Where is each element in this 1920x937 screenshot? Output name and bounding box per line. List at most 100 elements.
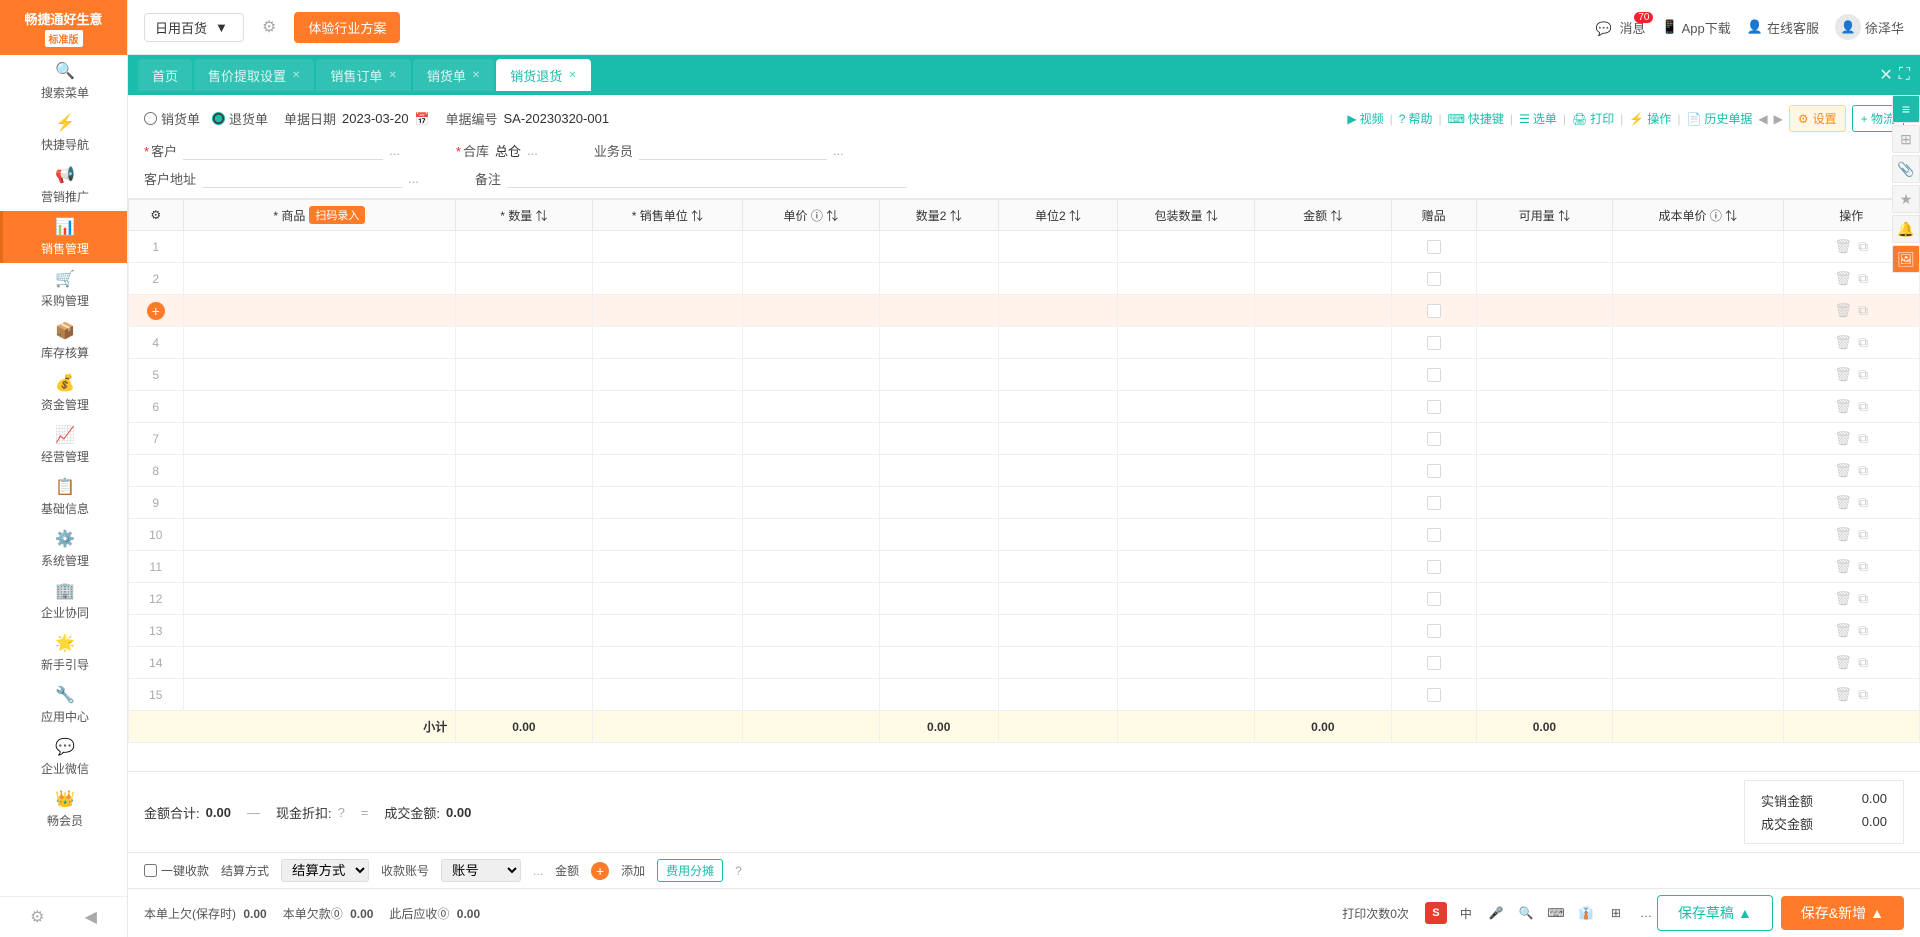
copy-row-button-15[interactable]: ⧉: [1858, 686, 1868, 703]
sidebar-collapse-btn[interactable]: ◀: [85, 907, 97, 927]
gift-cell-2[interactable]: [1391, 263, 1476, 295]
available-cell-8[interactable]: [1476, 455, 1612, 487]
unit2-cell-9[interactable]: [998, 487, 1117, 519]
product-cell-5[interactable]: [183, 359, 456, 391]
tab-price-extract-close-icon[interactable]: ✕: [292, 70, 300, 81]
radio-delivery[interactable]: 销货单: [144, 109, 200, 128]
quantity-cell-9[interactable]: [456, 487, 592, 519]
tab-price-extract[interactable]: 售价提取设置 ✕: [194, 59, 314, 91]
copy-row-button-10[interactable]: ⧉: [1858, 526, 1868, 543]
unit2-cell-8[interactable]: [998, 455, 1117, 487]
copy-row-button-7[interactable]: ⧉: [1858, 430, 1868, 447]
pkgqty-cell-8[interactable]: [1118, 455, 1255, 487]
amount-cell-11[interactable]: [1255, 551, 1391, 583]
gift-checkbox-8[interactable]: [1427, 464, 1441, 478]
operate-link[interactable]: ⚡ 操作: [1629, 110, 1671, 127]
qty2-cell-12[interactable]: [879, 583, 998, 615]
qty2-cell-8[interactable]: [879, 455, 998, 487]
amount-cell-9[interactable]: [1255, 487, 1391, 519]
tool-keyboard-icon[interactable]: ⌨: [1545, 902, 1567, 924]
available-cell-9[interactable]: [1476, 487, 1612, 519]
amount-cell-1[interactable]: [1255, 231, 1391, 263]
help-link[interactable]: ? 帮助: [1399, 110, 1433, 127]
gift-checkbox-13[interactable]: [1427, 624, 1441, 638]
industry-dropdown[interactable]: 日用百货 ▼: [144, 13, 244, 42]
header-gear-icon[interactable]: ⚙: [262, 17, 276, 37]
amount-cell-7[interactable]: [1255, 423, 1391, 455]
product-cell-7[interactable]: [183, 423, 456, 455]
gift-checkbox-15[interactable]: [1427, 688, 1441, 702]
discount-help-icon[interactable]: ?: [338, 805, 345, 820]
th-settings[interactable]: ⚙: [129, 200, 184, 231]
cost-cell-11[interactable]: [1613, 551, 1783, 583]
gift-checkbox-2[interactable]: [1427, 272, 1441, 286]
amount-cell-12[interactable]: [1255, 583, 1391, 615]
available-cell-7[interactable]: [1476, 423, 1612, 455]
product-input-6[interactable]: [190, 399, 450, 414]
gift-cell-14[interactable]: [1391, 647, 1476, 679]
delete-row-button-1[interactable]: 🗑: [1834, 238, 1852, 255]
qty2-cell-5[interactable]: [879, 359, 998, 391]
pkgqty-cell-11[interactable]: [1118, 551, 1255, 583]
unit-cell-10[interactable]: [592, 519, 743, 551]
available-cell-14[interactable]: [1476, 647, 1612, 679]
delete-row-button-8[interactable]: 🗑: [1834, 462, 1852, 479]
copy-row-button-9[interactable]: ⧉: [1858, 494, 1868, 511]
sidebar-item-quicknav[interactable]: ⚡ 快捷导航: [0, 107, 127, 159]
copy-row-button-14[interactable]: ⧉: [1858, 654, 1868, 671]
pkgqty-cell-13[interactable]: [1118, 615, 1255, 647]
tab-sales-return[interactable]: 销货退货 ✕: [496, 59, 590, 91]
unit2-cell-11[interactable]: [998, 551, 1117, 583]
product-input-7[interactable]: [190, 431, 450, 446]
radio-return-input[interactable]: [212, 112, 225, 125]
select-link[interactable]: ☰ 选单: [1519, 110, 1557, 127]
fee-split-button[interactable]: 费用分摊: [657, 859, 723, 882]
price-cell-2[interactable]: [743, 263, 879, 295]
address-input[interactable]: [202, 168, 402, 188]
product-input-12[interactable]: [190, 591, 450, 606]
qty2-cell-14[interactable]: [879, 647, 998, 679]
add-payment-button[interactable]: +: [591, 862, 609, 880]
copy-row-button-6[interactable]: ⧉: [1858, 398, 1868, 415]
scan-input-button[interactable]: 扫码录入: [309, 206, 365, 224]
quantity-cell-8[interactable]: [456, 455, 592, 487]
product-cell-9[interactable]: [183, 487, 456, 519]
copy-row-button-3[interactable]: ⧉: [1858, 302, 1868, 319]
history-prev-icon[interactable]: ◀: [1758, 112, 1767, 126]
pkgqty-cell-12[interactable]: [1118, 583, 1255, 615]
product-cell-1[interactable]: [183, 231, 456, 263]
cost-cell-1[interactable]: [1613, 231, 1783, 263]
history-link[interactable]: 📄 历史单据: [1686, 110, 1752, 127]
pkgqty-cell-6[interactable]: [1118, 391, 1255, 423]
sidebar-item-member[interactable]: 👑 畅会员: [0, 783, 127, 835]
qty2-cell-15[interactable]: [879, 679, 998, 711]
delete-row-button-15[interactable]: 🗑: [1834, 686, 1852, 703]
qty2-cell-7[interactable]: [879, 423, 998, 455]
price-cell-11[interactable]: [743, 551, 879, 583]
product-cell-12[interactable]: [183, 583, 456, 615]
right-panel-bell-btn[interactable]: 🔔: [1892, 215, 1920, 243]
quantity-cell-7[interactable]: [456, 423, 592, 455]
unit-cell-4[interactable]: [592, 327, 743, 359]
cost-cell-7[interactable]: [1613, 423, 1783, 455]
delete-row-button-3[interactable]: 🗑: [1834, 302, 1852, 319]
pkgqty-cell-4[interactable]: [1118, 327, 1255, 359]
gift-cell-13[interactable]: [1391, 615, 1476, 647]
app-download-button[interactable]: 📱 App下载: [1661, 18, 1730, 37]
tool-search-icon[interactable]: 🔍: [1515, 902, 1537, 924]
amount-cell-6[interactable]: [1255, 391, 1391, 423]
pkgqty-cell-5[interactable]: [1118, 359, 1255, 391]
cost-cell-5[interactable]: [1613, 359, 1783, 391]
unit-cell-6[interactable]: [592, 391, 743, 423]
product-input-14[interactable]: [190, 655, 450, 670]
copy-row-button-13[interactable]: ⧉: [1858, 622, 1868, 639]
pkgqty-cell-1[interactable]: [1118, 231, 1255, 263]
product-cell-6[interactable]: [183, 391, 456, 423]
save-new-button[interactable]: 保存&新增 ▲: [1781, 896, 1904, 930]
copy-row-button-12[interactable]: ⧉: [1858, 590, 1868, 607]
sort-icon[interactable]: ⇅: [826, 209, 838, 223]
unit-cell-7[interactable]: [592, 423, 743, 455]
qty2-cell-13[interactable]: [879, 615, 998, 647]
gift-cell-15[interactable]: [1391, 679, 1476, 711]
price-cell-8[interactable]: [743, 455, 879, 487]
